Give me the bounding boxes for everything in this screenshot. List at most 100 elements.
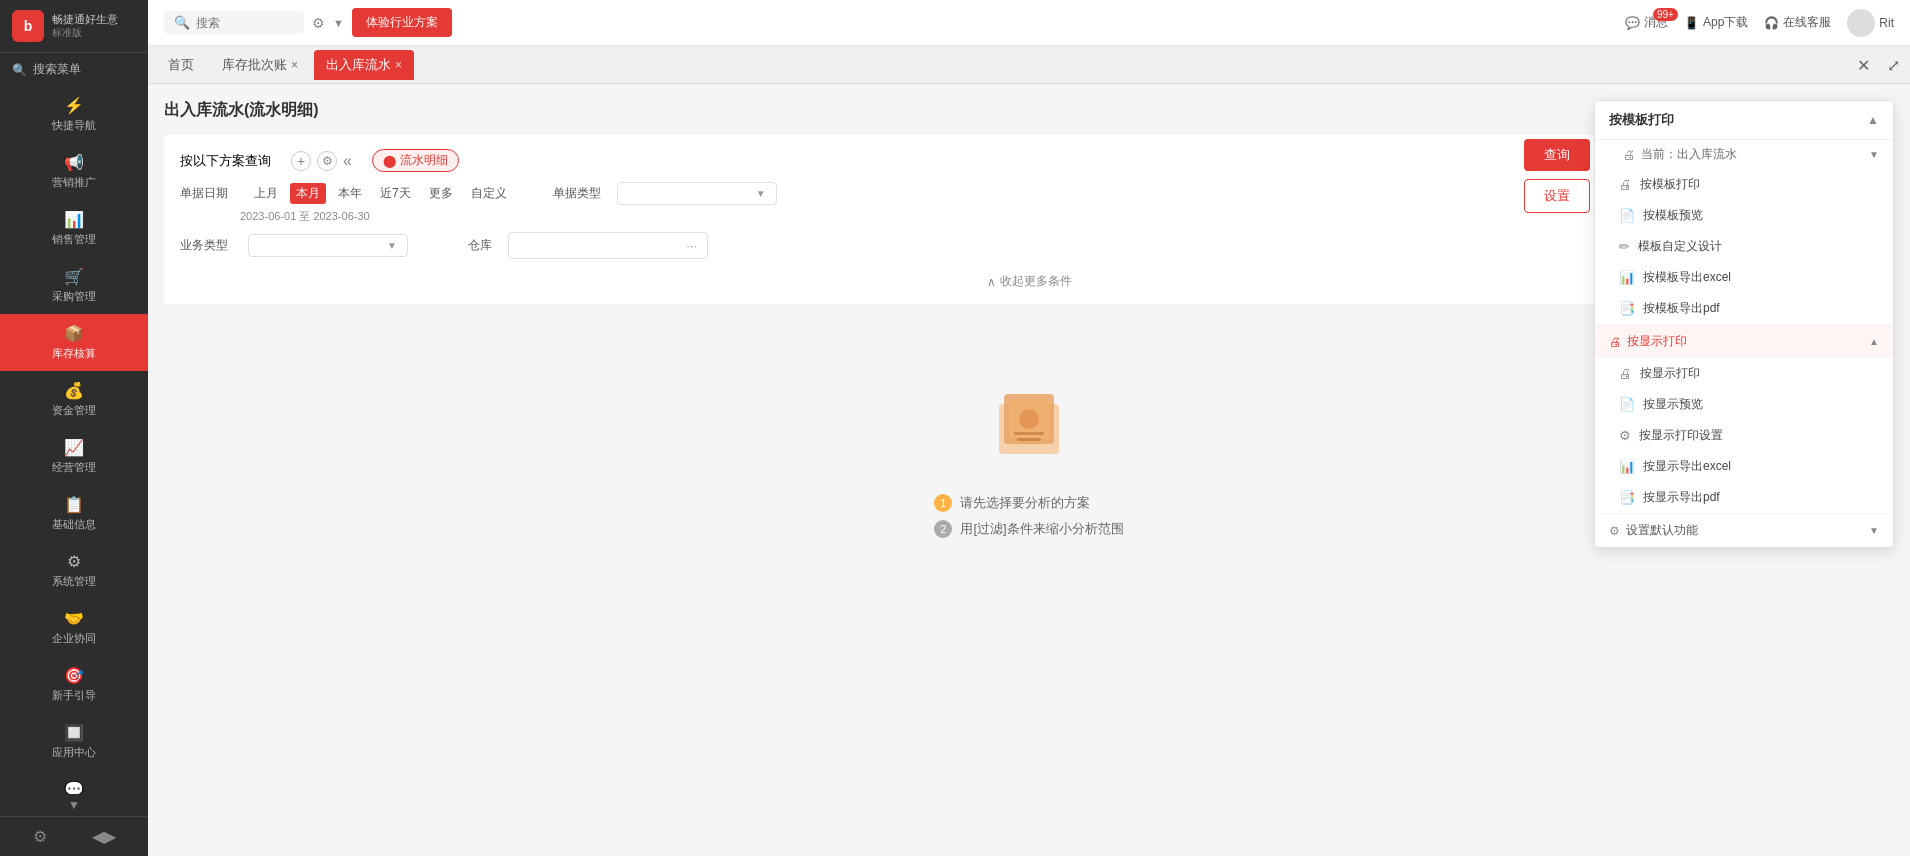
logo-text: 畅捷通好生意 [52,12,118,26]
sidebar-item-sales[interactable]: 📊 销售管理 [0,200,148,257]
template-design-item[interactable]: ✏ 模板自定义设计 [1595,231,1893,262]
dropdown-footer[interactable]: ⚙ 设置默认功能 ▼ [1595,514,1893,547]
tabbar: 首页 库存批次账 × 出入库流水 × ✕ ⤢ [148,46,1910,84]
settings-btn[interactable]: 设置 [1524,179,1590,213]
message-icon: 💬 [1625,16,1640,30]
date-tab-this-month[interactable]: 本月 [290,183,326,204]
current-template-label: 当前：出入库流水 [1641,146,1737,163]
sidebar-item-system[interactable]: ⚙ 系统管理 [0,542,148,599]
message-group[interactable]: 💬 消息 99+ [1625,14,1668,31]
doc-type-dropdown[interactable]: ▼ [617,182,777,205]
collapse-sidebar-btn[interactable]: « [343,152,352,170]
sidebar-item-basic[interactable]: 📋 基础信息 [0,485,148,542]
warehouse-more-icon[interactable]: ··· [686,238,697,253]
settings-icon[interactable]: ⚙ [33,827,47,846]
sidebar-search[interactable]: 🔍 搜索菜单 [0,53,148,86]
marketing-icon: 📢 [64,153,84,172]
sidebar-item-purchase[interactable]: 🛒 采购管理 [0,257,148,314]
date-tab-last-month[interactable]: 上月 [248,183,284,204]
sidebar-item-operation[interactable]: 📈 经营管理 [0,428,148,485]
svg-rect-5 [1017,438,1041,441]
search-input[interactable] [196,16,296,30]
display-print-settings-item[interactable]: ⚙ 按显示打印设置 [1595,420,1893,451]
tag-icon: ⬤ [383,154,396,168]
date-tab-more[interactable]: 更多 [423,183,459,204]
date-tab-custom[interactable]: 自定义 [465,183,513,204]
tab-home[interactable]: 首页 [156,50,206,80]
apps-icon: 🔲 [64,723,84,742]
add-filter-btn[interactable]: + [291,151,311,171]
template-export-excel-item[interactable]: 📊 按模板导出excel [1595,262,1893,293]
empty-illustration [979,374,1079,474]
sidebar-item-guide[interactable]: 🎯 新手引导 [0,656,148,713]
biz-type-dropdown[interactable]: ▼ [248,234,408,257]
display-excel-icon: 📊 [1619,459,1635,474]
sidebar-item-label: 快捷导航 [52,118,96,133]
sidebar-item-apps[interactable]: 🔲 应用中心 [0,713,148,770]
footer-settings-icon: ⚙ [1609,524,1620,538]
sidebar-item-enterprise[interactable]: 🤝 企业协同 [0,599,148,656]
display-print-item[interactable]: 🖨 按显示打印 [1595,358,1893,389]
tab-flow-close[interactable]: × [395,58,402,72]
svg-point-3 [1019,409,1039,429]
display-export-pdf-item[interactable]: 📑 按显示导出pdf [1595,482,1893,513]
gear-icon[interactable]: ⚙ [312,15,325,31]
sidebar-item-quick-nav[interactable]: ⚡ 快捷导航 [0,86,148,143]
sidebar-item-label: 销售管理 [52,232,96,247]
tab-batch-close[interactable]: × [291,58,298,72]
online-service-label: 在线客服 [1783,14,1831,31]
date-filter-label: 单据日期 [180,185,228,202]
inventory-icon: 📦 [64,324,84,343]
message-badge: 99+ [1653,8,1678,21]
sidebar: b 畅捷通好生意 标准版 🔍 搜索菜单 ⚡ 快捷导航 📢 营销推广 📊 销售管理… [0,0,148,856]
tab-batch[interactable]: 库存批次账 × [210,50,310,80]
topbar-search-box[interactable]: 🔍 [164,11,304,34]
display-section-chevron[interactable]: ▲ [1869,336,1879,347]
tab-flow[interactable]: 出入库流水 × [314,50,414,80]
date-tab-this-year[interactable]: 本年 [332,183,368,204]
online-service-group[interactable]: 🎧 在线客服 [1764,14,1831,31]
phone-icon: 📱 [1684,16,1699,30]
wechat-icon: 💬 [64,780,84,794]
topbar-dropdown-arrow[interactable]: ▼ [333,17,344,29]
collapse-more-btn[interactable]: ∧ 收起更多条件 [987,273,1072,290]
date-tab-7days[interactable]: 近7天 [374,183,417,204]
app-download-group[interactable]: 📱 App下载 [1684,14,1748,31]
sidebar-item-label: 采购管理 [52,289,96,304]
headset-icon: 🎧 [1764,16,1779,30]
display-export-excel-item[interactable]: 📊 按显示导出excel [1595,451,1893,482]
sidebar-item-finance[interactable]: 💰 资金管理 [0,371,148,428]
biz-type-arrow-icon: ▼ [387,240,397,251]
warehouse-dropdown[interactable]: ··· [508,232,708,259]
printer-small-icon: 🖨 [1623,148,1635,162]
dropdown-header-chevron[interactable]: ▲ [1867,113,1879,127]
set-filter-btn[interactable]: ⚙ [317,151,337,171]
panel-expand-icon[interactable]: ⤢ [1887,55,1900,74]
industry-btn[interactable]: 体验行业方案 [352,8,452,37]
sidebar-item-wechat[interactable]: 💬 企业微信 [0,770,148,794]
display-section-header[interactable]: 🖨 按显示打印 ▲ [1595,325,1893,358]
template-print-item[interactable]: 🖨 按模板打印 [1595,169,1893,200]
scroll-indicator[interactable]: ▼ [0,794,148,816]
scroll-down-icon[interactable]: ▼ [68,798,80,812]
display-pdf-icon: 📑 [1619,490,1635,505]
system-icon: ⚙ [67,552,81,571]
display-section-label: 按显示打印 [1627,333,1687,350]
collapse-icon: ∧ [987,275,996,289]
user-group[interactable]: Rit [1847,9,1894,37]
display-settings-label: 按显示打印设置 [1639,427,1723,444]
display-section-icon: 🖨 [1609,335,1621,349]
display-section: 🖨 按显示打印 ▲ 🖨 按显示打印 📄 按显示预览 ⚙ 按显示打印设置 📊 按显… [1595,325,1893,514]
collapse-icon[interactable]: ◀▶ [92,827,116,846]
footer-chevron[interactable]: ▼ [1869,525,1879,536]
query-btn[interactable]: 查询 [1524,139,1590,171]
sidebar-item-inventory[interactable]: 📦 库存核算 [0,314,148,371]
panel-close-icon[interactable]: ✕ [1857,55,1870,74]
display-preview-item[interactable]: 📄 按显示预览 [1595,389,1893,420]
section-expand-icon[interactable]: ▼ [1869,149,1879,160]
template-export-pdf-item[interactable]: 📑 按模板导出pdf [1595,293,1893,324]
filter-section-label: 按以下方案查询 [180,152,271,170]
sidebar-item-marketing[interactable]: 📢 营销推广 [0,143,148,200]
sidebar-item-label: 库存核算 [52,346,96,361]
template-preview-item[interactable]: 📄 按模板预览 [1595,200,1893,231]
